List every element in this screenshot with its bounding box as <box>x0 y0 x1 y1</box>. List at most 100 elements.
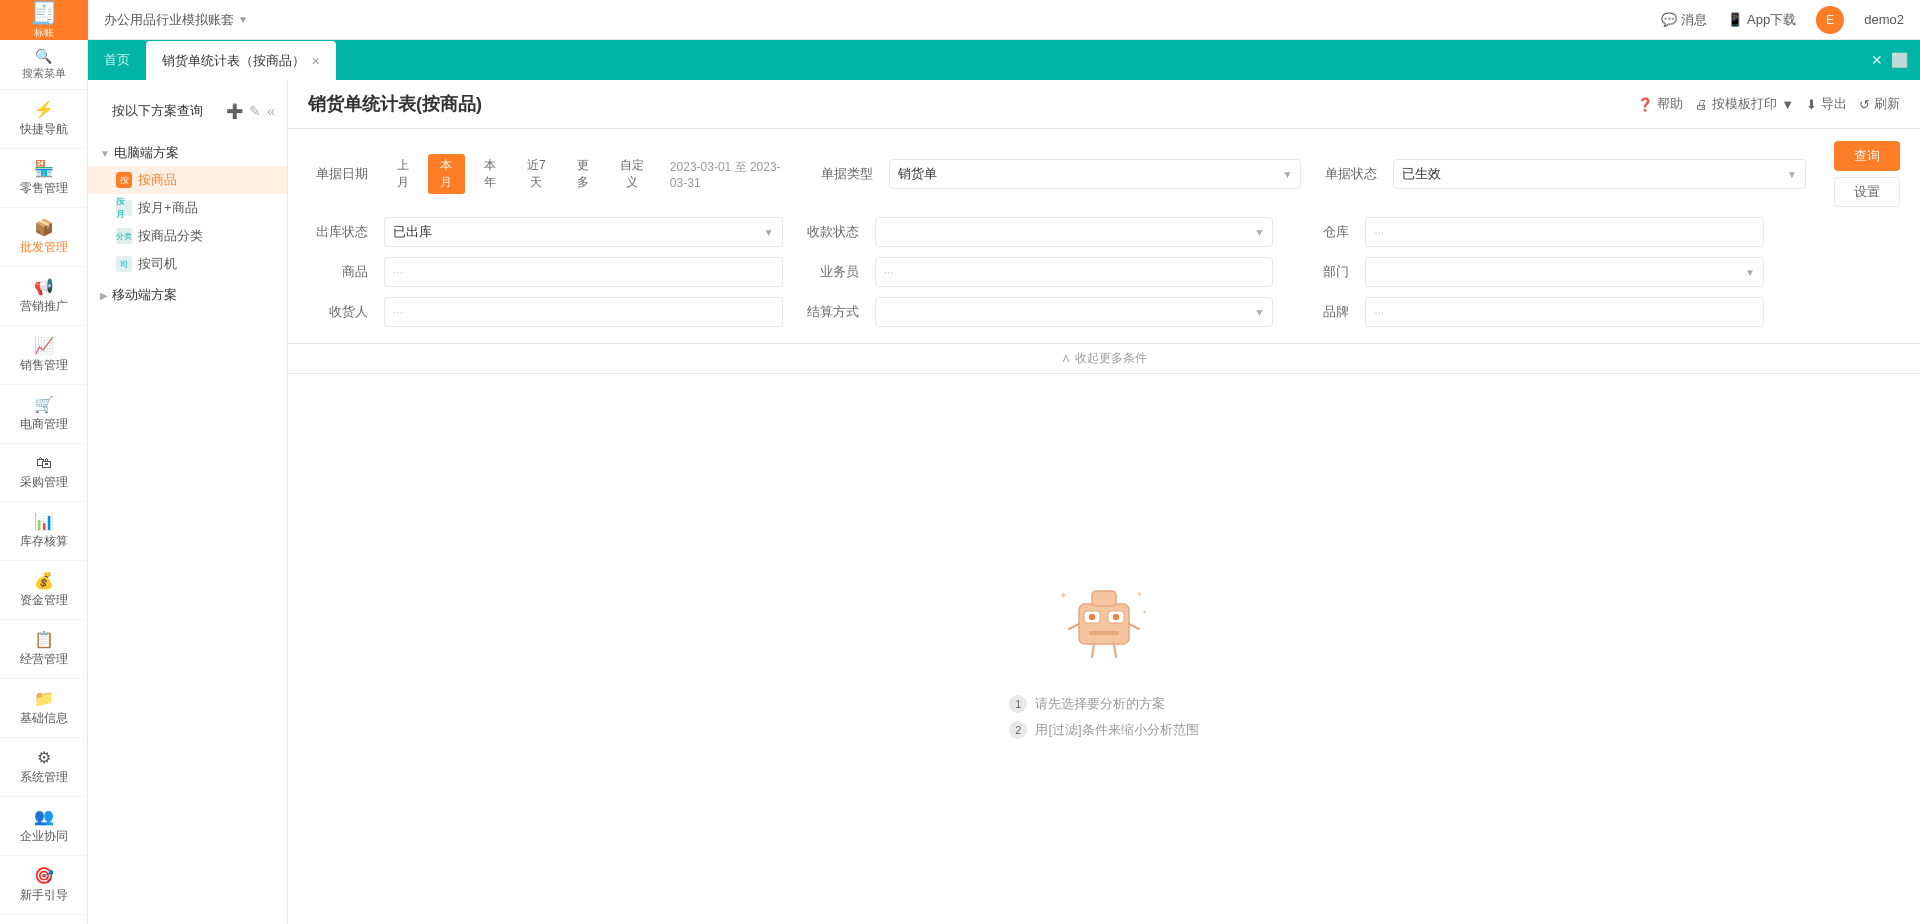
account-selector[interactable]: 办公用品行业模拟账套 ▼ <box>104 11 248 29</box>
sidebar-item-operations[interactable]: 📋 经营管理 <box>0 620 87 679</box>
print-btn[interactable]: 🖨 按模板打印 ▼ <box>1695 95 1794 113</box>
help-btn[interactable]: ❓ 帮助 <box>1637 95 1683 113</box>
export-btn[interactable]: ⬇ 导出 <box>1806 95 1847 113</box>
scheme-item-by-goods[interactable]: 按 按商品 <box>88 166 287 194</box>
dept-select[interactable]: ▼ <box>1365 257 1764 287</box>
scheme-item-by-category[interactable]: 分类 按商品分类 <box>88 222 287 250</box>
finance-icon: 💰 <box>0 571 87 590</box>
sidebar-item-quicknav[interactable]: ⚡ 快捷导航 <box>0 90 87 149</box>
warehouse-input[interactable]: ··· <box>1365 217 1764 247</box>
svg-rect-4 <box>1113 614 1119 620</box>
tab-sales-report[interactable]: 销货单统计表（按商品） ✕ <box>146 41 336 81</box>
query-button[interactable]: 查询 <box>1834 141 1900 171</box>
scheme-edit-btn[interactable]: ✎ <box>249 103 261 119</box>
sidebar-item-appcenter[interactable]: 🔧 应用中心 <box>0 915 87 924</box>
sidebar-item-ecommerce[interactable]: 🛒 电商管理 <box>0 385 87 444</box>
empty-state: ✦ ✦ ✦ 1 请先选择要分析的方案 2 用[过滤]条件来缩小分析范围 <box>288 374 1920 924</box>
sidebar-item-sales[interactable]: 📈 销售管理 <box>0 326 87 385</box>
topbar-actions: 💬 消息 📱 App下载 E demo2 <box>1661 6 1904 34</box>
sidebar-item-search[interactable]: 🔍 搜索菜单 <box>0 40 87 90</box>
sidebar-item-marketing[interactable]: 📢 营销推广 <box>0 267 87 326</box>
svg-line-6 <box>1069 624 1079 629</box>
tree-group-pc-header[interactable]: ▼ 电脑端方案 <box>88 140 287 166</box>
tabbar-end: ✕ ⬜ <box>1871 52 1920 68</box>
tab-home[interactable]: 首页 <box>88 40 146 80</box>
avatar-text: E <box>1826 13 1834 27</box>
sidebar-item-collab[interactable]: 👥 企业协同 <box>0 797 87 856</box>
operations-icon: 📋 <box>0 630 87 649</box>
app-download-btn[interactable]: 📱 App下载 <box>1727 11 1796 29</box>
salesperson-input[interactable]: ··· <box>875 257 1274 287</box>
print-chevron: ▼ <box>1781 97 1794 112</box>
sidebar-item-purchase[interactable]: 🛍 采购管理 <box>0 444 87 502</box>
outstatus-value: 已出库 <box>393 223 432 241</box>
action-buttons: 查询 设置 <box>1822 141 1900 207</box>
brand-input[interactable]: ··· <box>1365 297 1764 327</box>
settlement-select[interactable]: ▼ <box>875 297 1274 327</box>
mobile-expand-icon: ▶ <box>100 290 108 301</box>
scheme-panel-actions: ➕ ✎ « <box>226 103 275 119</box>
settlement-chevron: ▼ <box>1254 307 1264 318</box>
date-btn-custom[interactable]: 自定义 <box>608 154 656 194</box>
basicinfo-icon: 📁 <box>0 689 87 708</box>
docstatus-chevron: ▼ <box>1787 169 1797 180</box>
logo-text: 标账 <box>34 26 54 40</box>
guide-icon: 🎯 <box>0 866 87 885</box>
message-btn[interactable]: 💬 消息 <box>1661 11 1707 29</box>
filter-doctype-row: 单据类型 销货单 ▼ <box>813 141 1302 207</box>
empty-tips: 1 请先选择要分析的方案 2 用[过滤]条件来缩小分析范围 <box>1009 695 1198 739</box>
scheme-tree: ▼ 电脑端方案 按 按商品 按月 按月+商品 分类 按商品分类 <box>88 134 287 314</box>
date-btn-lastmonth[interactable]: 上月 <box>384 154 422 194</box>
sidebar-item-guide[interactable]: 🎯 新手引导 <box>0 856 87 915</box>
main-area: 办公用品行业模拟账套 ▼ 💬 消息 📱 App下载 E demo2 首页 销货单… <box>88 0 1920 924</box>
account-selector-chevron: ▼ <box>238 14 248 25</box>
user-avatar[interactable]: E <box>1816 6 1844 34</box>
receiver-more: ··· <box>393 305 403 319</box>
docstatus-label: 单据状态 <box>1317 165 1377 183</box>
scheme-item-icon-driver: 司 <box>116 256 132 272</box>
sidebar-item-system[interactable]: ⚙ 系统管理 <box>0 738 87 797</box>
sidebar-item-inventory[interactable]: 📊 库存核算 <box>0 502 87 561</box>
sidebar-item-wholesale[interactable]: 📦 批发管理 <box>0 208 87 267</box>
scheme-add-btn[interactable]: ➕ <box>226 103 243 119</box>
outstatus-select[interactable]: 已出库 ▼ <box>384 217 783 247</box>
goods-more: ··· <box>393 265 403 279</box>
receiver-input[interactable]: ··· <box>384 297 783 327</box>
brand-label: 品牌 <box>1289 303 1349 321</box>
docstatus-select[interactable]: 已生效 ▼ <box>1393 159 1806 189</box>
inventory-icon: 📊 <box>0 512 87 531</box>
date-btn-more[interactable]: 更多 <box>564 154 602 194</box>
sidebar-logo[interactable]: 🧾 标账 <box>0 0 88 40</box>
account-name: 办公用品行业模拟账套 <box>104 11 234 29</box>
goods-input[interactable]: ··· <box>384 257 783 287</box>
tree-group-pc: ▼ 电脑端方案 按 按商品 按月 按月+商品 分类 按商品分类 <box>88 138 287 280</box>
scheme-collapse-btn[interactable]: « <box>267 103 275 119</box>
scheme-item-by-driver[interactable]: 司 按司机 <box>88 250 287 278</box>
tab-close-all-btn[interactable]: ✕ <box>1871 52 1883 68</box>
filter-docstatus-row: 单据状态 已生效 ▼ <box>1317 141 1806 207</box>
collectstatus-chevron: ▼ <box>1254 227 1264 238</box>
date-btn-7days[interactable]: 近7天 <box>515 154 559 194</box>
svg-rect-3 <box>1089 614 1095 620</box>
tree-group-mobile-header[interactable]: ▶ 移动端方案 <box>88 282 287 308</box>
sidebar-item-finance[interactable]: 💰 资金管理 <box>0 561 87 620</box>
doctype-chevron: ▼ <box>1282 169 1292 180</box>
collapse-bar[interactable]: ∧ 收起更多条件 <box>288 344 1920 374</box>
settings-button[interactable]: 设置 <box>1834 177 1900 207</box>
sidebar-item-retail[interactable]: 🏪 零售管理 <box>0 149 87 208</box>
username: demo2 <box>1864 12 1904 27</box>
collectstatus-select[interactable]: ▼ <box>875 217 1274 247</box>
refresh-btn[interactable]: ↺ 刷新 <box>1859 95 1900 113</box>
export-icon: ⬇ <box>1806 97 1817 112</box>
tab-close-btn[interactable]: ✕ <box>311 55 320 68</box>
quicknav-icon: ⚡ <box>0 100 87 119</box>
tab-maximize-btn[interactable]: ⬜ <box>1891 52 1908 68</box>
doctype-select[interactable]: 销货单 ▼ <box>889 159 1302 189</box>
date-btn-thismonth[interactable]: 本月 <box>428 154 466 194</box>
sidebar-item-basicinfo[interactable]: 📁 基础信息 <box>0 679 87 738</box>
collab-icon: 👥 <box>0 807 87 826</box>
date-btn-thisyear[interactable]: 本年 <box>471 154 509 194</box>
scheme-item-by-month-goods[interactable]: 按月 按月+商品 <box>88 194 287 222</box>
svg-line-7 <box>1129 624 1139 629</box>
filter-row3: 商品 ··· 业务员 ··· 部门 <box>308 257 1900 287</box>
